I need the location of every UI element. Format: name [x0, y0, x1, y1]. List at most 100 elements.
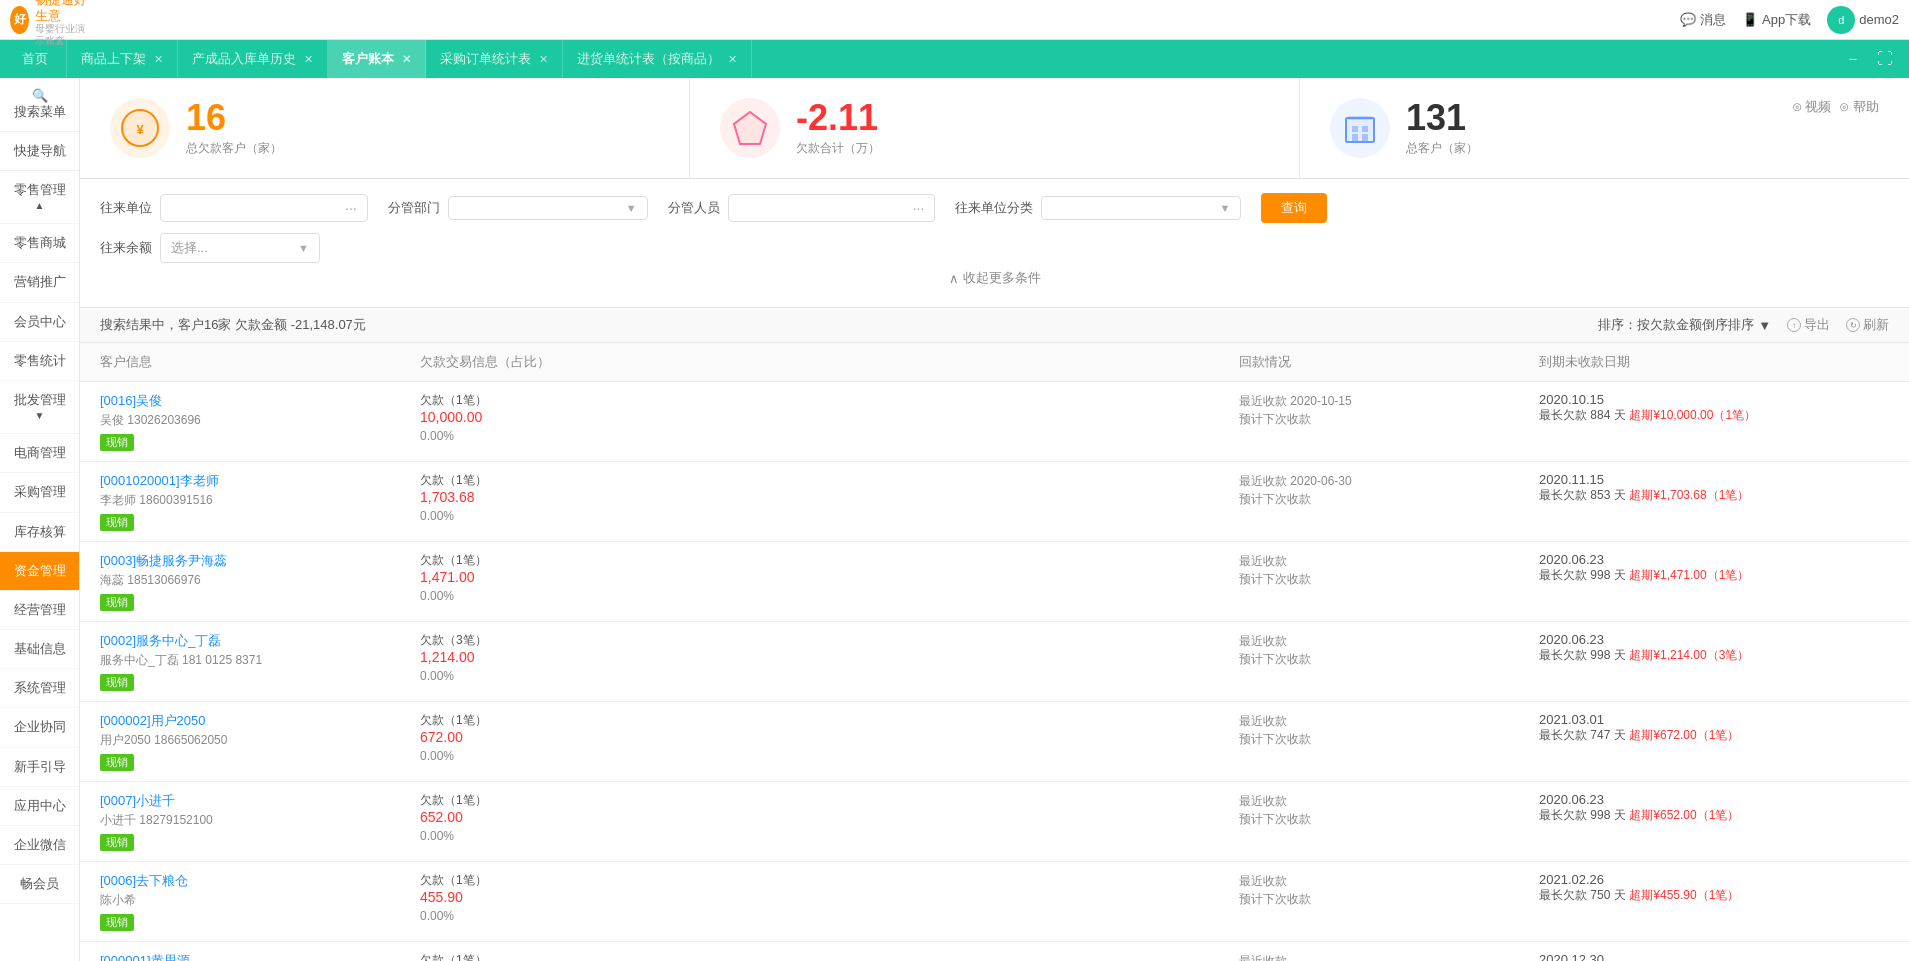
sidebar-search-menu[interactable]: 🔍 搜索菜单: [0, 78, 79, 132]
sidebar-item-wechat[interactable]: 企业微信: [0, 826, 79, 865]
refresh-button[interactable]: ↻ 刷新: [1846, 316, 1889, 334]
debt-amount-6[interactable]: 455.90: [420, 889, 1239, 905]
sidebar-item-retail-stats[interactable]: 零售统计: [0, 342, 79, 381]
sidebar-item-enterprise[interactable]: 企业协同: [0, 708, 79, 747]
due-date-1: 2020.11.15: [1539, 472, 1889, 487]
tab-purchase-order[interactable]: 采购订单统计表 ✕: [426, 40, 563, 78]
overdue-link-6[interactable]: 超期¥455.90（1笔）: [1629, 888, 1739, 902]
debt-amount-3[interactable]: 1,214.00: [420, 649, 1239, 665]
stat-info-debt-total: -2.11 欠款合计（万）: [796, 100, 880, 157]
source-unit-label: 往来单位: [100, 199, 152, 217]
logo-icon: 好: [10, 6, 29, 34]
sidebar-item-inventory[interactable]: 库存核算: [0, 513, 79, 552]
customer-name-4[interactable]: [000002]用户2050: [100, 712, 420, 730]
filter-row-2: 往来余额 选择... ▼: [100, 233, 1889, 263]
next-payment-6: 预计下次收款: [1239, 891, 1539, 908]
debt-desc-0: 欠款（1笔）: [420, 392, 1239, 409]
debt-cell-0: 欠款（1笔） 10,000.00 0.00%: [420, 392, 1239, 443]
debt-amount-1[interactable]: 1,703.68: [420, 489, 1239, 505]
app-download-btn[interactable]: 📱 App下载: [1742, 11, 1811, 29]
unit-class-select[interactable]: ▼: [1041, 196, 1241, 220]
next-payment-3: 预计下次收款: [1239, 651, 1539, 668]
sidebar-item-finance[interactable]: 资金管理: [0, 552, 79, 591]
debt-ratio-2: 0.00%: [420, 589, 1239, 603]
sidebar-item-basic-info[interactable]: 基础信息: [0, 630, 79, 669]
last-payment-2: 最近收款: [1239, 553, 1539, 570]
sidebar-item-vip[interactable]: 畅会员: [0, 865, 79, 904]
customer-cell-6: [0006]去下粮仓 陈小希 现销: [100, 872, 420, 931]
chevron-up-icon: ▲: [6, 199, 73, 213]
balance-select[interactable]: 选择... ▼: [160, 233, 320, 263]
user-profile[interactable]: d demo2: [1827, 6, 1899, 34]
customer-name-5[interactable]: [0007]小进千: [100, 792, 420, 810]
customer-name-2[interactable]: [0003]畅捷服务尹海蕊: [100, 552, 420, 570]
tab-maximize-btn[interactable]: ⛶: [1873, 46, 1897, 72]
debt-amount-0[interactable]: 10,000.00: [420, 409, 1239, 425]
tab-purchase-order-close[interactable]: ✕: [539, 53, 548, 66]
sidebar-item-ecommerce[interactable]: 电商管理: [0, 434, 79, 473]
manager-text[interactable]: [739, 201, 907, 216]
overdue-link-4[interactable]: 超期¥672.00（1笔）: [1629, 728, 1739, 742]
due-date-cell-7: 2020.12.30 最长欠款 808 天 超期¥429.00（1笔）: [1539, 952, 1889, 961]
customer-name-7[interactable]: [000001]黄思源: [100, 952, 420, 961]
overdue-link-0[interactable]: 超期¥10,000.00（1笔）: [1629, 408, 1756, 422]
overdue-link-3[interactable]: 超期¥1,214.00（3笔）: [1629, 648, 1749, 662]
sidebar-item-marketing[interactable]: 营销推广: [0, 263, 79, 302]
sidebar-quick-nav[interactable]: 快捷导航: [0, 132, 79, 171]
stat-icon-building: [1330, 98, 1390, 158]
due-date-cell-6: 2021.02.26 最长欠款 750 天 超期¥455.90（1笔）: [1539, 872, 1889, 904]
overdue-link-5[interactable]: 超期¥652.00（1笔）: [1629, 808, 1739, 822]
manager-input[interactable]: ···: [728, 194, 936, 222]
customer-name-1[interactable]: [0001020001]李老师: [100, 472, 420, 490]
collapse-button[interactable]: ∧ 收起更多条件: [100, 263, 1889, 293]
sidebar-item-retail-mall[interactable]: 零售商城: [0, 224, 79, 263]
last-payment-0: 最近收款 2020-10-15: [1239, 393, 1539, 410]
sidebar-item-batch-mgmt[interactable]: 批发管理 ▼: [0, 381, 79, 434]
tab-home-label: 首页: [22, 50, 48, 68]
due-date-cell-3: 2020.06.23 最长欠款 998 天 超期¥1,214.00（3笔）: [1539, 632, 1889, 664]
customer-name-0[interactable]: [0016]吴俊: [100, 392, 420, 410]
source-unit-text[interactable]: [171, 201, 339, 216]
message-btn[interactable]: 💬 消息: [1680, 11, 1726, 29]
recovery-cell-0: 最近收款 2020-10-15 预计下次收款: [1239, 392, 1539, 429]
due-date-6: 2021.02.26: [1539, 872, 1889, 887]
tab-production-history-close[interactable]: ✕: [304, 53, 313, 66]
tab-incoming-stats-close[interactable]: ✕: [728, 53, 737, 66]
tab-customer-account[interactable]: 客户账本 ✕: [328, 40, 426, 78]
debt-amount-4[interactable]: 672.00: [420, 729, 1239, 745]
result-summary: 搜索结果中，客户16家 欠款金额 -21,148.07元: [100, 316, 366, 334]
tab-product-off[interactable]: 商品上下架 ✕: [67, 40, 178, 78]
overdue-link-2[interactable]: 超期¥1,471.00（1笔）: [1629, 568, 1749, 582]
sidebar-item-purchase[interactable]: 采购管理: [0, 473, 79, 512]
due-date-7: 2020.12.30: [1539, 952, 1889, 961]
debt-amount-2[interactable]: 1,471.00: [420, 569, 1239, 585]
tab-product-off-close[interactable]: ✕: [154, 53, 163, 66]
customer-name-6[interactable]: [0006]去下粮仓: [100, 872, 420, 890]
sidebar-item-app-center[interactable]: 应用中心: [0, 787, 79, 826]
customer-name-3[interactable]: [0002]服务中心_丁磊: [100, 632, 420, 650]
manager-label: 分管人员: [668, 199, 720, 217]
query-button[interactable]: 查询: [1261, 193, 1327, 223]
overdue-link-1[interactable]: 超期¥1,703.68（1笔）: [1629, 488, 1749, 502]
tab-product-off-label: 商品上下架: [81, 50, 146, 68]
dept-select[interactable]: ▼: [448, 196, 648, 220]
tab-home[interactable]: 首页: [4, 40, 67, 78]
source-unit-input[interactable]: ···: [160, 194, 368, 222]
debt-amount-5[interactable]: 652.00: [420, 809, 1239, 825]
video-btn[interactable]: ⊙ 视频: [1792, 98, 1832, 116]
sidebar-item-new-guide[interactable]: 新手引导: [0, 748, 79, 787]
tab-customer-account-close[interactable]: ✕: [402, 53, 411, 66]
stats-row: ¥ 16 总欠款客户（家） -2.11 欠款合计（万）: [80, 78, 1909, 179]
sidebar-item-operations[interactable]: 经营管理: [0, 591, 79, 630]
tab-minimize-btn[interactable]: －: [1841, 45, 1865, 74]
export-button[interactable]: ↑ 导出: [1787, 316, 1830, 334]
sidebar-item-retail-mgmt[interactable]: 零售管理 ▲: [0, 171, 79, 224]
help-btn[interactable]: ⊙ 帮助: [1839, 98, 1879, 116]
sidebar-item-member[interactable]: 会员中心: [0, 303, 79, 342]
sidebar-item-system[interactable]: 系统管理: [0, 669, 79, 708]
tab-production-history[interactable]: 产成品入库单历史 ✕: [178, 40, 328, 78]
overdue-days-6: 最长欠款 750 天: [1539, 888, 1626, 902]
tab-incoming-stats[interactable]: 进货单统计表（按商品） ✕: [563, 40, 752, 78]
debt-desc-6: 欠款（1笔）: [420, 872, 1239, 889]
sort-select[interactable]: 排序：按欠款金额倒序排序 ▼: [1598, 316, 1771, 334]
